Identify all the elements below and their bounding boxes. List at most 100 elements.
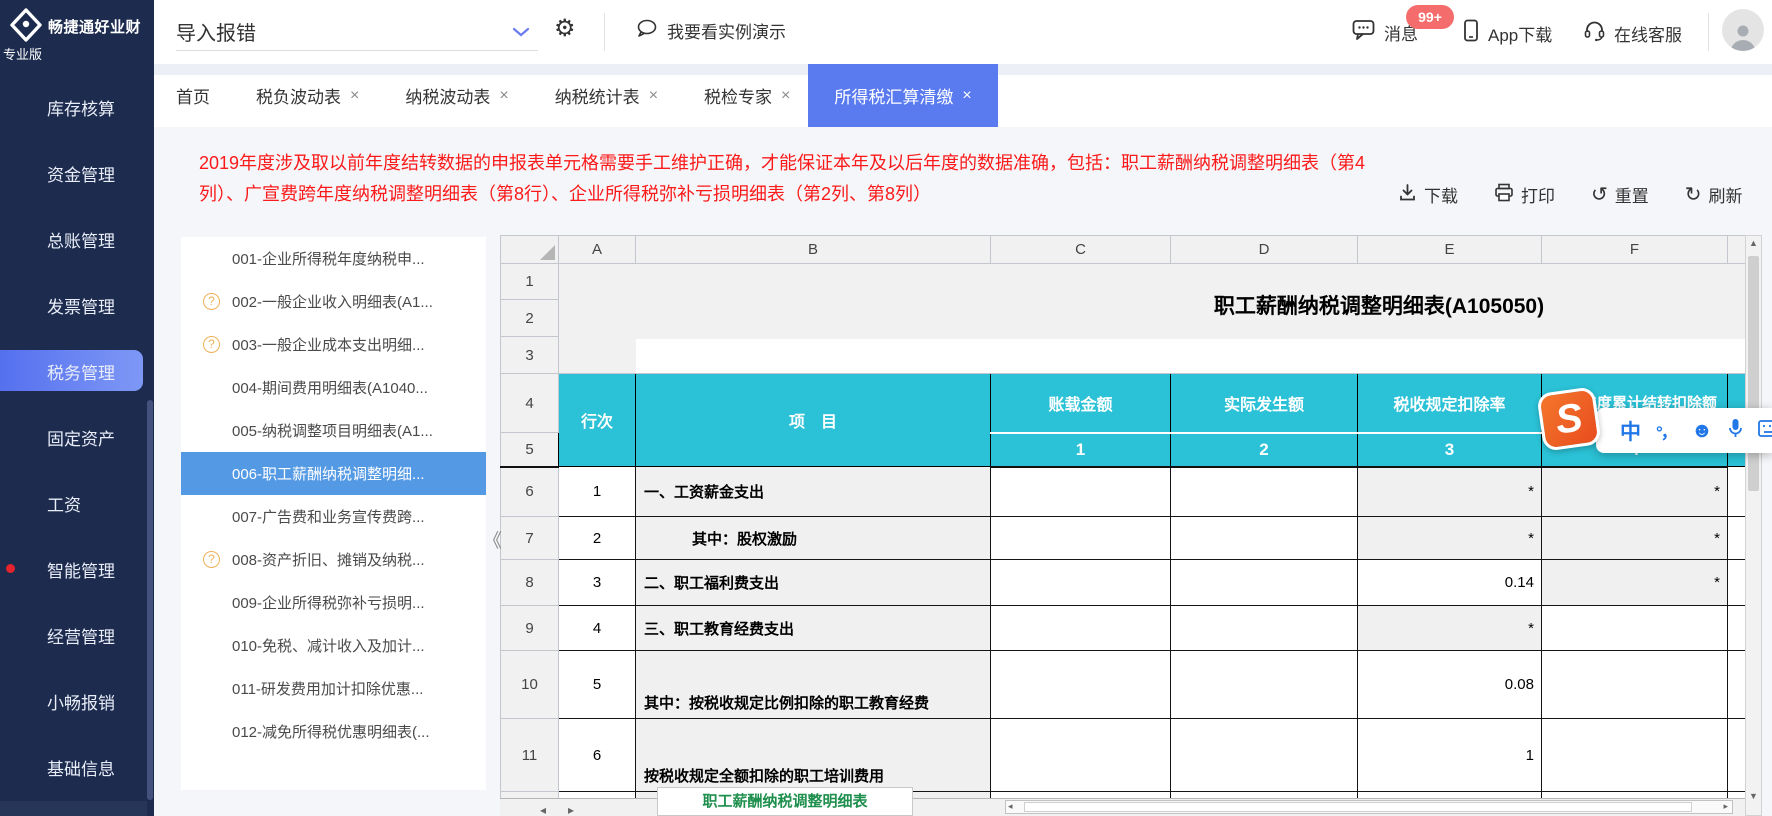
cell-sliver[interactable] [1727, 466, 1746, 517]
row-header-5[interactable]: 5 [500, 432, 559, 468]
sidebar-item-inventory[interactable]: 库存核算 [0, 74, 154, 140]
row-header-4[interactable]: 4 [500, 373, 559, 433]
sidebar-item-invoice[interactable]: 发票管理 [0, 272, 154, 338]
reset-button[interactable]: ↺ 重置 [1591, 182, 1649, 207]
list-item-009[interactable]: 009-企业所得税弥补亏损明... [181, 581, 486, 624]
cell[interactable] [1170, 516, 1358, 560]
cell-line[interactable]: 5 [558, 650, 636, 719]
sidebar-item-funds[interactable]: 资金管理 [0, 140, 154, 206]
cell[interactable] [1541, 650, 1728, 719]
cell[interactable]: * [1357, 516, 1542, 560]
sidebar-scrollbar[interactable] [147, 400, 153, 800]
collapse-panel-icon[interactable]: 《 [483, 526, 502, 553]
cell[interactable] [1541, 605, 1728, 651]
cell[interactable]: * [1357, 605, 1542, 651]
header-col-num-1[interactable]: 1 [990, 432, 1171, 468]
app-download-button[interactable]: App下载 [1462, 19, 1552, 48]
header-col-num-2[interactable]: 2 [1170, 432, 1358, 468]
next-sheet-arrow[interactable]: ▸ [568, 803, 596, 816]
cell-item[interactable]: 一、工资薪金支出 [635, 466, 991, 517]
chevron-down-icon[interactable] [512, 24, 530, 42]
cell-line[interactable]: 3 [558, 559, 636, 606]
row-header-1[interactable]: 1 [500, 263, 559, 300]
print-button[interactable]: 打印 [1494, 182, 1555, 207]
scroll-down-arrow[interactable]: ▼ [1746, 791, 1761, 801]
cell[interactable] [1170, 466, 1358, 517]
avatar[interactable] [1722, 9, 1764, 51]
row-header-9[interactable]: 9 [500, 605, 559, 651]
sidebar-item-tax[interactable]: 税务管理 [0, 338, 154, 404]
cell[interactable] [990, 605, 1171, 651]
list-item-004[interactable]: 004-期间费用明细表(A1040... [181, 366, 486, 409]
cell[interactable]: 1 [1357, 718, 1542, 792]
keyboard-icon[interactable] [1758, 419, 1772, 442]
scroll-right-arrow[interactable]: ▸ [1723, 801, 1728, 812]
column-header-b[interactable]: B [635, 235, 991, 264]
cell[interactable] [990, 516, 1171, 560]
cell-item[interactable]: 二、职工福利费支出 [635, 559, 991, 606]
header-deduction-rate[interactable]: 税收规定扣除率 [1357, 373, 1542, 434]
prev-sheet-arrow[interactable]: ◂ [540, 803, 568, 816]
column-header-c[interactable]: C [990, 235, 1171, 264]
tab-tax-expert[interactable]: 税检专家 × [704, 64, 790, 127]
column-header-a[interactable]: A [558, 235, 636, 264]
cell[interactable] [1541, 718, 1728, 792]
sidebar-item-operation[interactable]: 经营管理 [0, 602, 154, 668]
ime-language-toggle[interactable]: 中 [1620, 416, 1641, 446]
tab-tax-statistics[interactable]: 纳税统计表 × [555, 64, 658, 127]
tab-tax-burden[interactable]: 税负波动表 × [256, 64, 359, 127]
help-icon[interactable]: ? [203, 336, 220, 353]
sheet-tab[interactable]: 职工薪酬纳税调整明细表 [657, 787, 913, 816]
header-actual-amount[interactable]: 实际发生额 [1170, 373, 1358, 434]
header-item[interactable]: 项 目 [635, 373, 991, 467]
list-item-007[interactable]: 007-广告费和业务宣传费跨... [181, 495, 486, 538]
close-icon[interactable]: × [962, 87, 971, 105]
list-item-012[interactable]: 012-减免所得税优惠明细表(... [181, 710, 486, 753]
column-header-f[interactable]: F [1541, 235, 1728, 264]
vertical-scrollbar[interactable]: ▲ ▼ [1745, 235, 1762, 816]
close-icon[interactable]: × [781, 87, 790, 105]
horizontal-scrollbar-thumb[interactable] [1024, 802, 1692, 812]
emoji-icon[interactable]: ☻ [1691, 419, 1713, 443]
row-header-8[interactable]: 8 [500, 559, 559, 606]
download-button[interactable]: 下载 [1398, 182, 1458, 207]
cell-item[interactable]: 三、职工教育经费支出 [635, 605, 991, 651]
tab-tax-fluctuation[interactable]: 纳税波动表 × [405, 64, 508, 127]
cell-line[interactable]: 4 [558, 605, 636, 651]
cell[interactable]: 0.14 [1357, 559, 1542, 606]
vertical-scrollbar-thumb[interactable] [1748, 256, 1759, 491]
cell[interactable] [990, 718, 1171, 792]
demo-button[interactable]: 我要看实例演示 [636, 18, 786, 43]
list-item-002[interactable]: ? 002-一般企业收入明细表(A1... [181, 280, 486, 323]
cell[interactable] [1170, 650, 1358, 719]
cell[interactable] [990, 650, 1171, 719]
tab-income-tax-settlement[interactable]: 所得税汇算清缴 × [808, 64, 998, 127]
cell[interactable]: * [1541, 559, 1728, 606]
sidebar-item-smart[interactable]: 智能管理 [0, 536, 154, 602]
tab-home[interactable]: 首页 [176, 64, 210, 127]
cell[interactable] [990, 559, 1171, 606]
list-item-010[interactable]: 010-免税、减计收入及加计... [181, 624, 486, 667]
cell-sliver[interactable] [1727, 605, 1746, 651]
refresh-button[interactable]: ↻ 刷新 [1685, 182, 1743, 207]
cell-item[interactable]: 其中：股权激励 [635, 516, 991, 560]
column-header-sliver[interactable] [1727, 235, 1746, 264]
cell-line[interactable]: 6 [558, 718, 636, 792]
row-header-2[interactable]: 2 [500, 299, 559, 337]
scroll-left-arrow[interactable]: ◂ [1008, 801, 1013, 812]
list-item-006-selected[interactable]: 006-职工薪酬纳税调整明细... [181, 452, 486, 495]
help-icon[interactable]: ? [203, 551, 220, 568]
cell[interactable] [1170, 559, 1358, 606]
cell[interactable]: * [1357, 466, 1542, 517]
row-header-7[interactable]: 7 [500, 516, 559, 560]
horizontal-scrollbar[interactable]: ◂ ▸ [1005, 800, 1733, 814]
row-header-6[interactable]: 6 [500, 466, 559, 517]
column-header-d[interactable]: D [1170, 235, 1358, 264]
row-header-10[interactable]: 10 [500, 650, 559, 719]
online-service-button[interactable]: 在线客服 [1583, 19, 1682, 47]
cell[interactable]: 0.08 [1357, 650, 1542, 719]
cell-sliver[interactable] [1727, 559, 1746, 606]
cell-item[interactable]: 其中：按税收规定比例扣除的职工教育经费 [635, 650, 991, 719]
list-item-011[interactable]: 011-研发费用加计扣除优惠... [181, 667, 486, 710]
help-icon[interactable]: ? [203, 293, 220, 310]
